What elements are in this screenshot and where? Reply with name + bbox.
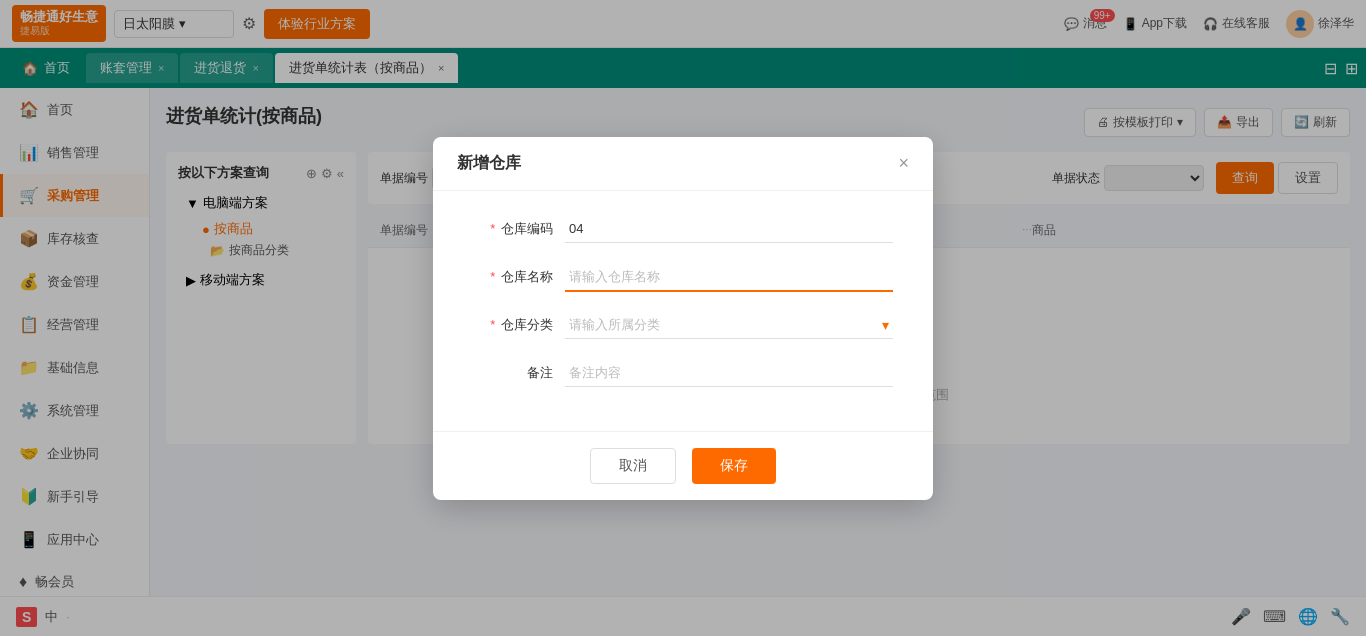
remark-input[interactable] [565, 359, 893, 387]
new-warehouse-modal: 新增仓库 × * 仓库编码 * 仓库名称 [433, 137, 933, 500]
modal-footer: 取消 保存 [433, 431, 933, 500]
form-row-remark: 备注 [473, 359, 893, 387]
cancel-button[interactable]: 取消 [590, 448, 676, 484]
save-button[interactable]: 保存 [692, 448, 776, 484]
warehouse-code-input[interactable] [565, 215, 893, 243]
modal-body: * 仓库编码 * 仓库名称 * 仓库分类 请输入所属 [433, 191, 933, 431]
required-star-category: * [490, 317, 495, 332]
required-star-code: * [490, 221, 495, 236]
warehouse-category-select[interactable]: 请输入所属分类 ▾ [565, 312, 893, 339]
category-placeholder: 请输入所属分类 [569, 316, 882, 334]
form-row-code: * 仓库编码 [473, 215, 893, 243]
category-arrow-icon: ▾ [882, 317, 889, 333]
form-label-code: * 仓库编码 [473, 220, 553, 238]
modal-title: 新增仓库 [457, 153, 521, 174]
warehouse-name-input[interactable] [565, 263, 893, 292]
modal-overlay: 新增仓库 × * 仓库编码 * 仓库名称 [0, 0, 1366, 636]
required-star-name: * [490, 269, 495, 284]
modal-close-button[interactable]: × [898, 153, 909, 174]
form-label-name: * 仓库名称 [473, 268, 553, 286]
form-row-category: * 仓库分类 请输入所属分类 ▾ [473, 312, 893, 339]
form-label-remark: 备注 [473, 364, 553, 382]
form-label-category: * 仓库分类 [473, 316, 553, 334]
form-row-name: * 仓库名称 [473, 263, 893, 292]
modal-header: 新增仓库 × [433, 137, 933, 191]
